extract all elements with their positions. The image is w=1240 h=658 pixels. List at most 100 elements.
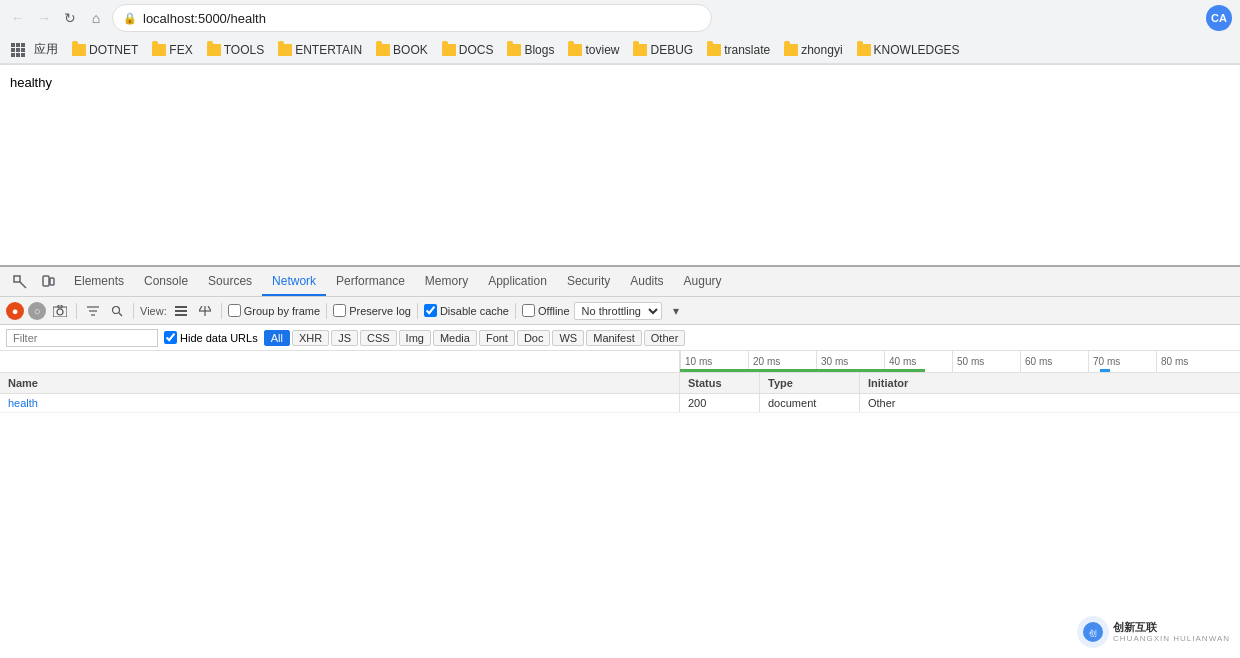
folder-icon bbox=[857, 44, 871, 56]
tab-audits[interactable]: Audits bbox=[620, 268, 673, 296]
view-grid-icon[interactable] bbox=[195, 301, 215, 321]
th-initiator[interactable]: Initiator bbox=[860, 373, 1240, 393]
th-status[interactable]: Status bbox=[680, 373, 760, 393]
bookmark-blogs[interactable]: Blogs bbox=[501, 41, 560, 59]
filter-doc-btn[interactable]: Doc bbox=[517, 330, 551, 346]
th-name[interactable]: Name bbox=[0, 373, 680, 393]
profile-avatar[interactable]: CA bbox=[1206, 5, 1232, 31]
filter-img-btn[interactable]: Img bbox=[399, 330, 431, 346]
search-icon[interactable] bbox=[107, 301, 127, 321]
filter-other-btn[interactable]: Other bbox=[644, 330, 686, 346]
offline-checkbox[interactable]: Offline bbox=[522, 304, 570, 317]
filter-css-btn[interactable]: CSS bbox=[360, 330, 397, 346]
tab-augury[interactable]: Augury bbox=[674, 268, 732, 296]
tab-security[interactable]: Security bbox=[557, 268, 620, 296]
preserve-log-input[interactable] bbox=[333, 304, 346, 317]
bookmark-knowledges[interactable]: KNOWLEDGES bbox=[851, 41, 966, 59]
logo-circle: 创 bbox=[1077, 616, 1109, 648]
group-by-frame-input[interactable] bbox=[228, 304, 241, 317]
bookmark-label: Blogs bbox=[524, 43, 554, 57]
filter-xhr-btn[interactable]: XHR bbox=[292, 330, 329, 346]
svg-rect-1 bbox=[16, 43, 20, 47]
throttling-select[interactable]: No throttling bbox=[574, 302, 662, 320]
bookmark-entertain[interactable]: ENTERTAIN bbox=[272, 41, 368, 59]
filter-ws-btn[interactable]: WS bbox=[552, 330, 584, 346]
td-type: document bbox=[760, 394, 860, 412]
bookmark-toview[interactable]: toview bbox=[562, 41, 625, 59]
bookmark-book[interactable]: BOOK bbox=[370, 41, 434, 59]
page-content: healthy bbox=[0, 65, 1240, 265]
separator bbox=[221, 303, 222, 319]
back-button[interactable]: ← bbox=[8, 8, 28, 28]
bookmark-label: ENTERTAIN bbox=[295, 43, 362, 57]
home-button[interactable]: ⌂ bbox=[86, 8, 106, 28]
hide-data-urls-input[interactable] bbox=[164, 331, 177, 344]
preserve-log-label: Preserve log bbox=[349, 305, 411, 317]
bookmarks-bar: 应用 DOTNET FEX TOOLS ENTERTAIN BOOK DOCS … bbox=[0, 36, 1240, 64]
forward-button[interactable]: → bbox=[34, 8, 54, 28]
timeline-ruler: 10 ms 20 ms 30 ms 40 ms 50 ms 60 ms 70 m… bbox=[0, 351, 1240, 373]
device-icon[interactable] bbox=[36, 270, 60, 294]
apps-icon[interactable] bbox=[8, 40, 28, 60]
separator bbox=[515, 303, 516, 319]
folder-icon bbox=[507, 44, 521, 56]
inspect-icon[interactable] bbox=[8, 270, 32, 294]
network-table: Name Status Type Initiator health 200 do… bbox=[0, 373, 1240, 658]
bookmark-translate[interactable]: translate bbox=[701, 41, 776, 59]
tab-network[interactable]: Network bbox=[262, 268, 326, 296]
group-by-frame-checkbox[interactable]: Group by frame bbox=[228, 304, 320, 317]
bookmark-zhongyi[interactable]: zhongyi bbox=[778, 41, 848, 59]
clear-button[interactable]: ○ bbox=[28, 302, 46, 320]
bookmark-fex[interactable]: FEX bbox=[146, 41, 198, 59]
svg-rect-0 bbox=[11, 43, 15, 47]
preserve-log-checkbox[interactable]: Preserve log bbox=[333, 304, 411, 317]
svg-rect-8 bbox=[21, 53, 25, 57]
filter-js-btn[interactable]: JS bbox=[331, 330, 358, 346]
hide-data-urls-label: Hide data URLs bbox=[180, 332, 258, 344]
bookmark-docs[interactable]: DOCS bbox=[436, 41, 500, 59]
svg-line-10 bbox=[20, 282, 26, 288]
svg-rect-22 bbox=[175, 310, 187, 312]
reload-button[interactable]: ↻ bbox=[60, 8, 80, 28]
filter-all-btn[interactable]: All bbox=[264, 330, 290, 346]
bookmark-label: BOOK bbox=[393, 43, 428, 57]
view-list-icon[interactable] bbox=[171, 301, 191, 321]
tab-application[interactable]: Application bbox=[478, 268, 557, 296]
tab-sources[interactable]: Sources bbox=[198, 268, 262, 296]
offline-input[interactable] bbox=[522, 304, 535, 317]
record-button[interactable]: ● bbox=[6, 302, 24, 320]
svg-rect-4 bbox=[16, 48, 20, 52]
filter-font-btn[interactable]: Font bbox=[479, 330, 515, 346]
folder-icon bbox=[152, 44, 166, 56]
table-row[interactable]: health 200 document Other bbox=[0, 394, 1240, 413]
tab-console[interactable]: Console bbox=[134, 268, 198, 296]
svg-line-27 bbox=[208, 306, 211, 311]
hide-data-urls-checkbox[interactable]: Hide data URLs bbox=[164, 331, 258, 344]
tab-performance[interactable]: Performance bbox=[326, 268, 415, 296]
bookmark-label: toview bbox=[585, 43, 619, 57]
secure-icon: 🔒 bbox=[123, 12, 137, 25]
filter-media-btn[interactable]: Media bbox=[433, 330, 477, 346]
bookmark-tools[interactable]: TOOLS bbox=[201, 41, 270, 59]
separator bbox=[133, 303, 134, 319]
td-name: health bbox=[0, 394, 680, 412]
filter-input[interactable] bbox=[6, 329, 158, 347]
filter-bar: Hide data URLs All XHR JS CSS Img Media … bbox=[0, 325, 1240, 351]
th-type[interactable]: Type bbox=[760, 373, 860, 393]
disable-cache-checkbox[interactable]: Disable cache bbox=[424, 304, 509, 317]
svg-rect-9 bbox=[14, 276, 20, 282]
tab-elements[interactable]: Elements bbox=[64, 268, 134, 296]
filter-manifest-btn[interactable]: Manifest bbox=[586, 330, 642, 346]
svg-rect-23 bbox=[175, 314, 187, 316]
disable-cache-input[interactable] bbox=[424, 304, 437, 317]
ruler-bar-blue bbox=[1100, 369, 1110, 372]
folder-icon bbox=[278, 44, 292, 56]
bookmark-dotnet[interactable]: DOTNET bbox=[66, 41, 144, 59]
url-input[interactable] bbox=[143, 11, 701, 26]
bookmark-debug[interactable]: DEBUG bbox=[627, 41, 699, 59]
camera-icon[interactable] bbox=[50, 301, 70, 321]
tab-memory[interactable]: Memory bbox=[415, 268, 478, 296]
separator bbox=[417, 303, 418, 319]
throttling-dropdown-icon[interactable]: ▾ bbox=[666, 301, 686, 321]
filter-icon[interactable] bbox=[83, 301, 103, 321]
